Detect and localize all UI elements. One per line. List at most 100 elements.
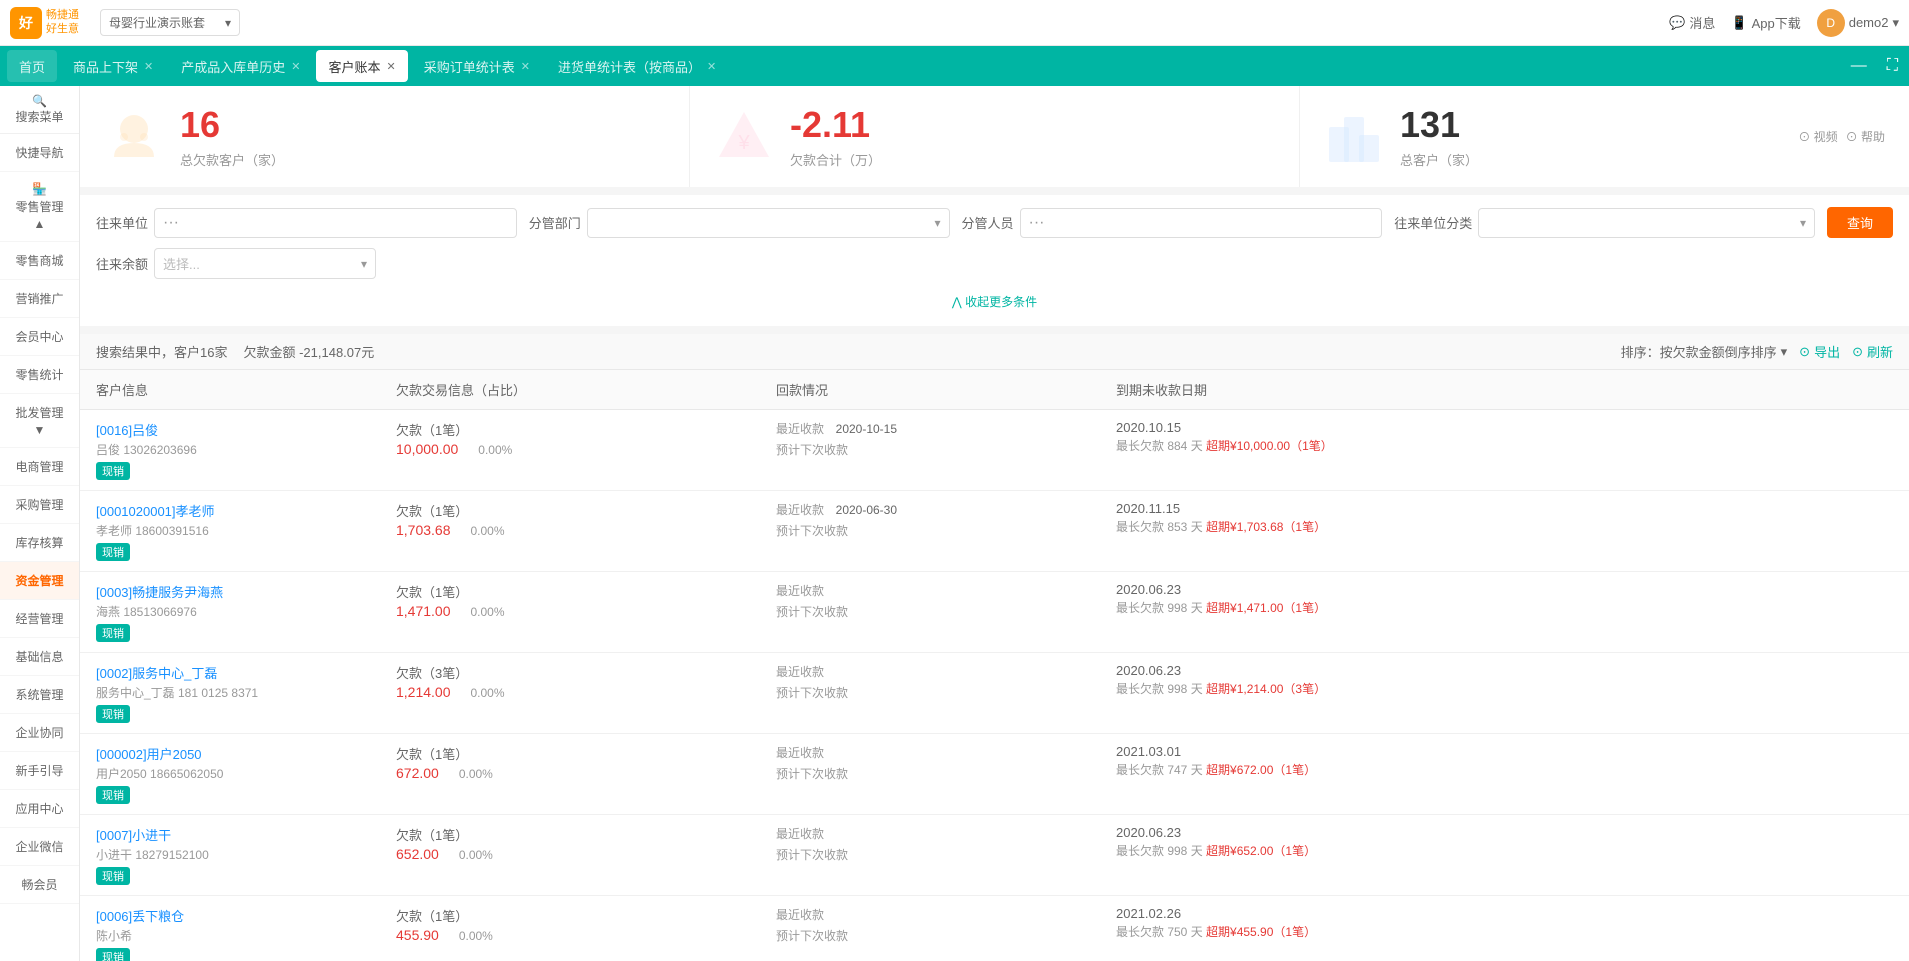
tab-warehouse-history[interactable]: 产成品入库单历史 ✕: [169, 50, 312, 82]
customer-tag-2: 现销: [96, 624, 130, 642]
sidebar-item-basic-info[interactable]: 基础信息: [0, 638, 79, 676]
debt-total-value: -2.11: [790, 104, 881, 146]
customer-name-5[interactable]: [0007]小进干: [96, 825, 396, 844]
sidebar-item-member-vip[interactable]: 畅会员: [0, 866, 79, 904]
sidebar-item-marketing[interactable]: 营销推广: [0, 280, 79, 318]
maximize-icon[interactable]: ⛶: [1881, 55, 1904, 77]
debt-row-0: 10,000.00 0.00%: [396, 439, 776, 459]
overdue-link-0[interactable]: 超期¥10,000.00（1笔）: [1206, 439, 1333, 453]
results-info: 搜索结果中，客户16家 欠款金额 -21,148.07元: [96, 342, 374, 361]
collapse-row[interactable]: ⋀ 收起更多条件: [96, 289, 1893, 314]
sidebar-item-finance[interactable]: 资金管理: [0, 562, 79, 600]
chevron-down-icon: ▾: [1800, 216, 1806, 230]
sidebar-item-member[interactable]: 会员中心: [0, 318, 79, 356]
customer-name-6[interactable]: [0006]丢下粮仓: [96, 906, 396, 925]
industry-selector[interactable]: 母婴行业演示账套 ▾: [100, 9, 240, 36]
sort-dropdown[interactable]: 排序：按欠款金额倒序排序 ▾: [1621, 342, 1788, 361]
overdue-link-6[interactable]: 超期¥455.90（1笔）: [1206, 925, 1316, 939]
sidebar-item-ecommerce[interactable]: 电商管理: [0, 448, 79, 486]
user-menu[interactable]: D demo2 ▾: [1817, 9, 1899, 37]
close-icon[interactable]: ✕: [291, 60, 300, 73]
close-icon[interactable]: ✕: [707, 60, 716, 73]
refresh-button[interactable]: ⊙ 刷新: [1852, 342, 1893, 361]
customer-name-3[interactable]: [0002]服务中心_丁磊: [96, 663, 396, 682]
balance-input[interactable]: 选择... ▾: [154, 248, 376, 279]
tab-incoming-summary[interactable]: 进货单统计表（按商品） ✕: [546, 50, 728, 82]
customer-name-0[interactable]: [0016]吕俊: [96, 420, 396, 439]
ecommerce-label: 电商管理: [15, 458, 63, 475]
message-button[interactable]: 💬 消息: [1669, 13, 1715, 32]
tab-label: 客户账本: [328, 57, 380, 76]
sidebar-search[interactable]: 🔍 搜索菜单: [0, 86, 79, 134]
app-download-button[interactable]: 📱 App下载: [1731, 13, 1800, 32]
customer-info-6: [0006]丢下粮仓 陈小希 现销: [96, 906, 396, 961]
sidebar-item-beginner[interactable]: 新手引导: [0, 752, 79, 790]
sidebar-item-retail-mgmt[interactable]: 🏪 零售管理 ▲: [0, 172, 79, 242]
nav-right: — ⛶: [1845, 55, 1904, 77]
customer-unit-input[interactable]: ···: [154, 208, 517, 238]
export-button[interactable]: ⊙ 导出: [1799, 342, 1840, 361]
tab-product-listing[interactable]: 商品上下架 ✕: [61, 50, 165, 82]
search-button[interactable]: 查询: [1827, 207, 1893, 238]
sidebar-item-quick-nav[interactable]: 快捷导航: [0, 134, 79, 172]
table-body: [0016]吕俊 吕俊 13026203696 现销 欠款（1笔） 10,000…: [80, 410, 1909, 961]
total-customers-value: 131: [1400, 104, 1478, 146]
sidebar-item-system[interactable]: 系统管理: [0, 676, 79, 714]
recovery-info-1: 最近收款 2020-06-30 预计下次收款: [776, 501, 1116, 539]
tab-label: 采购订单统计表: [424, 57, 515, 76]
tab-home[interactable]: 首页: [7, 50, 57, 82]
tab-purchase-summary[interactable]: 采购订单统计表 ✕: [412, 50, 542, 82]
overdue-link-2[interactable]: 超期¥1,471.00（1笔）: [1206, 601, 1326, 615]
debt-count-0: 欠款（1笔）: [396, 420, 776, 439]
basic-info-label: 基础信息: [15, 648, 63, 665]
close-icon[interactable]: ✕: [521, 60, 530, 73]
next-collect-1: 预计下次收款: [776, 522, 1116, 539]
stat-card-debt-total: ¥ -2.11 欠款合计（万）: [690, 86, 1300, 187]
sidebar-item-retail-mall[interactable]: 零售商城: [0, 242, 79, 280]
sidebar-item-enterprise-collab[interactable]: 企业协同: [0, 714, 79, 752]
overdue-date-0: 2020.10.15: [1116, 420, 1893, 435]
close-icon[interactable]: ✕: [387, 60, 396, 73]
customer-name-4[interactable]: [000002]用户2050: [96, 744, 396, 763]
sidebar-item-wholesale-mgmt[interactable]: 批发管理 ▼: [0, 394, 79, 448]
close-icon[interactable]: ✕: [144, 60, 153, 73]
customer-name-2[interactable]: [0003]畅捷服务尹海燕: [96, 582, 396, 601]
stat-info-debt-total: -2.11 欠款合计（万）: [790, 104, 881, 169]
debt-row-5: 652.00 0.00%: [396, 844, 776, 864]
table-row: [0006]丢下粮仓 陈小希 现销 欠款（1笔） 455.90 0.00% 最近…: [80, 896, 1909, 961]
sidebar-item-purchase[interactable]: 采购管理: [0, 486, 79, 524]
department-input[interactable]: ▾: [587, 208, 950, 238]
sidebar-item-enterprise-wechat[interactable]: 企业微信: [0, 828, 79, 866]
enterprise-wechat-label: 企业微信: [15, 838, 63, 855]
overdue-days-1: 最长欠款 853 天 超期¥1,703.68（1笔）: [1116, 518, 1893, 535]
tab-customer-account[interactable]: 客户账本 ✕: [316, 50, 407, 82]
overdue-link-5[interactable]: 超期¥652.00（1笔）: [1206, 844, 1316, 858]
video-button[interactable]: ⊙ 视频: [1798, 128, 1837, 145]
minimize-icon[interactable]: —: [1845, 55, 1873, 77]
unit-category-input[interactable]: ▾: [1478, 208, 1815, 238]
overdue-link-4[interactable]: 超期¥672.00（1笔）: [1206, 763, 1316, 777]
help-button[interactable]: ⊙ 帮助: [1846, 128, 1885, 145]
overdue-link-3[interactable]: 超期¥1,214.00（3笔）: [1206, 682, 1326, 696]
debt-row-6: 455.90 0.00%: [396, 925, 776, 945]
manager-input[interactable]: ···: [1020, 208, 1383, 238]
debt-percent-6: 0.00%: [459, 929, 493, 943]
customer-name-1[interactable]: [0001020001]孝老师: [96, 501, 396, 520]
recovery-info-3: 最近收款 预计下次收款: [776, 663, 1116, 701]
overdue-info-1: 2020.11.15 最长欠款 853 天 超期¥1,703.68（1笔）: [1116, 501, 1893, 537]
overdue-days-3: 最长欠款 998 天 超期¥1,214.00（3笔）: [1116, 680, 1893, 697]
dots-icon: ···: [1029, 214, 1045, 232]
search-icon: 🔍: [4, 94, 75, 108]
chevron-icon: ▼: [34, 423, 46, 437]
debt-amount-6: 455.90: [396, 927, 439, 943]
overdue-link-1[interactable]: 超期¥1,703.68（1笔）: [1206, 520, 1326, 534]
table-header: 客户信息 欠款交易信息（占比） 回款情况 到期未收款日期: [80, 370, 1909, 410]
overdue-date-5: 2020.06.23: [1116, 825, 1893, 840]
sidebar-item-app-center[interactable]: 应用中心: [0, 790, 79, 828]
sidebar-item-operations[interactable]: 经营管理: [0, 600, 79, 638]
debt-count-2: 欠款（1笔）: [396, 582, 776, 601]
next-collect-6: 预计下次收款: [776, 927, 1116, 944]
sidebar-item-inventory[interactable]: 库存核算: [0, 524, 79, 562]
sidebar-item-retail-stats[interactable]: 零售统计: [0, 356, 79, 394]
recent-collect-4: 最近收款: [776, 744, 1116, 761]
